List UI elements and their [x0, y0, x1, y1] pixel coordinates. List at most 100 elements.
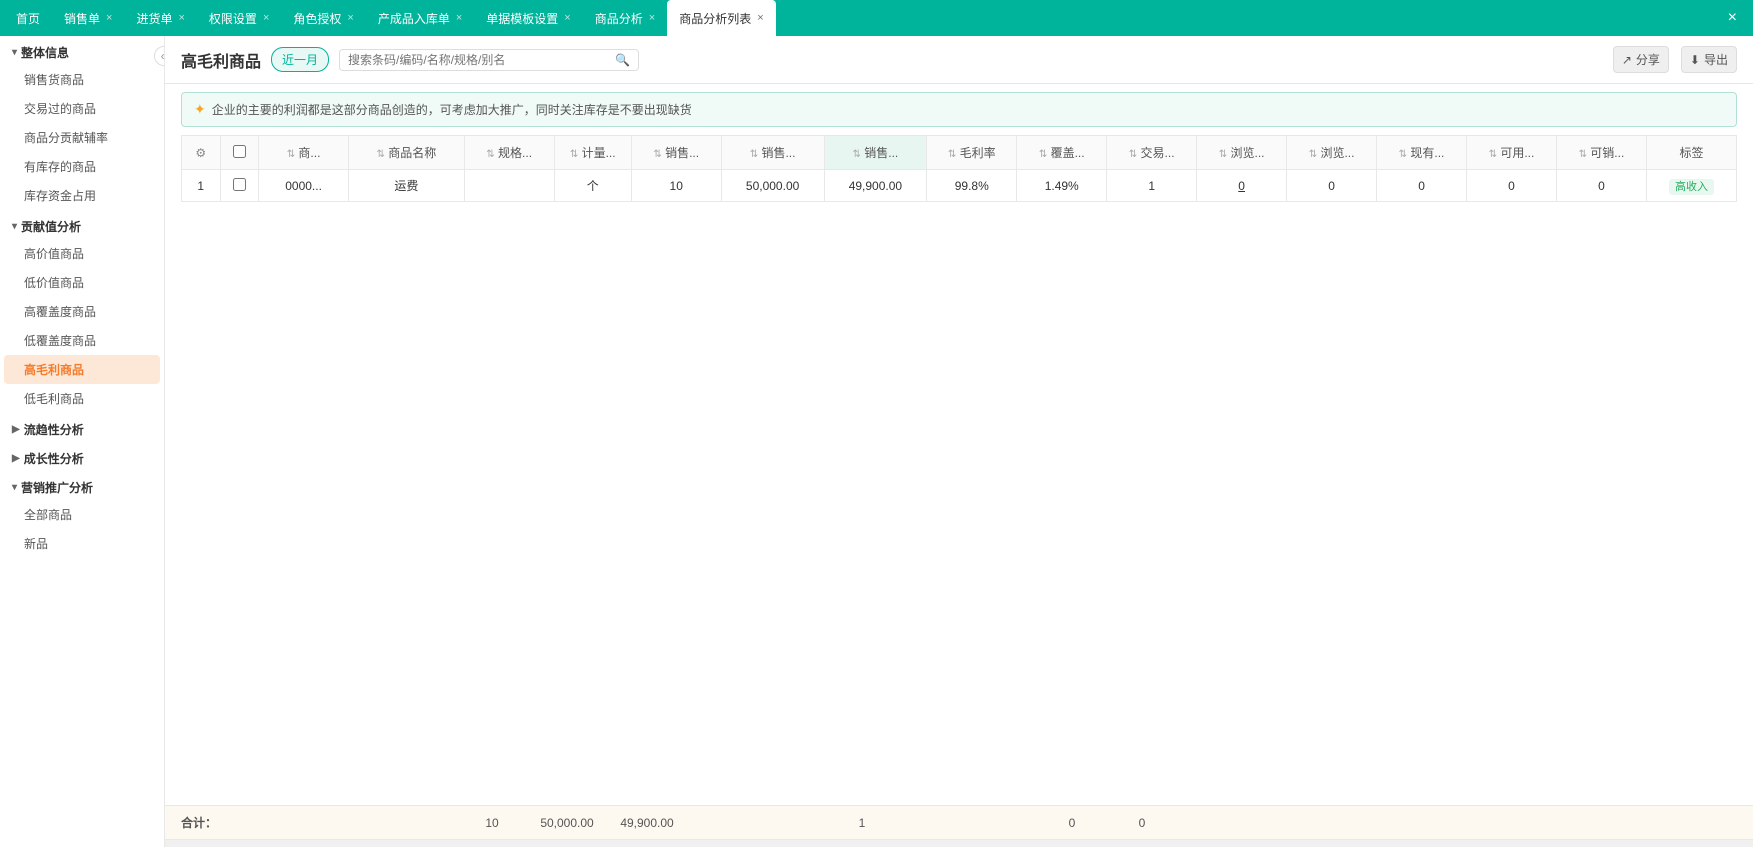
nav-tab-analysis-label: 商品分析 [595, 10, 643, 27]
nav-tab-purchase[interactable]: 进货单 × [124, 0, 196, 36]
row-gross-margin: 99.8% [927, 170, 1017, 202]
row-sales2: 50,000.00 [721, 170, 824, 202]
sidebar-item-low-value-goods[interactable]: 低价值商品 [0, 268, 164, 297]
content-header: 高毛利商品 近一月 🔍 ↗ 分享 ⬇ 导出 [165, 36, 1753, 84]
sidebar-group-contribution-analysis-label: 贡献值分析 [21, 218, 81, 235]
select-all-checkbox[interactable] [233, 145, 246, 158]
data-table: ⚙ ⇅ 商... ⇅ 商品名称 [181, 135, 1737, 202]
sidebar-group-growth-analysis[interactable]: ▶ 成长性分析 [0, 442, 164, 471]
horizontal-scrollbar[interactable] [165, 839, 1753, 847]
sidebar-group-overall-info[interactable]: ▾ 整体信息 [0, 36, 164, 65]
sort-indicator-sales1: ⇅ [653, 149, 661, 160]
sidebar-item-all-goods[interactable]: 全部商品 [0, 500, 164, 529]
sort-indicator-coverage: ⇅ [1039, 149, 1047, 160]
info-banner: ✦ 企业的主要的利润都是这部分商品创造的，可考虑加大推广，同时关注库存是不要出现… [181, 92, 1737, 127]
browse1-link[interactable]: 0 [1238, 179, 1245, 193]
sidebar-item-low-margin-goods[interactable]: 低毛利商品 [0, 384, 164, 413]
tag-badge: 高收入 [1669, 179, 1714, 195]
sidebar-item-traded-goods[interactable]: 交易过的商品 [0, 94, 164, 123]
table-container: ⚙ ⇅ 商... ⇅ 商品名称 [165, 135, 1753, 805]
sort-indicator-sales3: ⇅ [853, 149, 861, 160]
nav-tab-product-storage[interactable]: 产成品入库单 × [366, 0, 474, 36]
export-button[interactable]: ⬇ 导出 [1681, 46, 1737, 73]
col-spec[interactable]: ⇅ 规格... [464, 136, 554, 170]
nav-tab-sales-label: 销售单 [64, 10, 100, 27]
nav-tab-template-close[interactable]: × [564, 12, 570, 24]
nav-tab-template[interactable]: 单据模板设置 × [474, 0, 582, 36]
sidebar-item-goods-contribution[interactable]: 商品分贡献辅率 [0, 123, 164, 152]
chevron-down-icon-2: ▾ [12, 221, 17, 232]
nav-tab-role-close[interactable]: × [347, 12, 353, 24]
col-settings[interactable]: ⚙ [182, 136, 221, 170]
row-tag: 高收入 [1646, 170, 1736, 202]
page-title: 高毛利商品 [181, 48, 261, 72]
nav-tab-sales[interactable]: 销售单 × [52, 0, 124, 36]
sidebar-item-high-value-goods[interactable]: 高价值商品 [0, 239, 164, 268]
col-browse1[interactable]: ⇅ 浏览... [1197, 136, 1287, 170]
nav-tab-analysis-close[interactable]: × [649, 12, 655, 24]
nav-close-all-button[interactable]: × [1716, 9, 1749, 27]
sidebar-item-in-stock-goods[interactable]: 有库存的商品 [0, 152, 164, 181]
nav-tab-analysis-list-label: 商品分析列表 [679, 10, 751, 27]
col-stock2[interactable]: ⇅ 可用... [1467, 136, 1557, 170]
share-button[interactable]: ↗ 分享 [1613, 46, 1669, 73]
search-icon[interactable]: 🔍 [615, 53, 630, 67]
sidebar-group-marketing-analysis[interactable]: ▾ 营销推广分析 [0, 471, 164, 500]
sort-indicator-spec: ⇅ [486, 149, 494, 160]
col-gross-margin[interactable]: ⇅ 毛利率 [927, 136, 1017, 170]
filter-recent-month-button[interactable]: 近一月 [271, 47, 329, 72]
export-icon: ⬇ [1690, 53, 1700, 67]
row-checkbox-cell[interactable] [220, 170, 259, 202]
col-coverage[interactable]: ⇅ 覆盖... [1017, 136, 1107, 170]
sidebar-group-contribution-analysis[interactable]: ▾ 贡献值分析 [0, 210, 164, 239]
col-sales1[interactable]: ⇅ 销售... [631, 136, 721, 170]
col-unit[interactable]: ⇅ 计量... [554, 136, 631, 170]
row-code: 0000... [259, 170, 349, 202]
col-stock3[interactable]: ⇅ 可销... [1556, 136, 1646, 170]
sidebar-group-trend-analysis[interactable]: ▶ 流趋性分析 [0, 413, 164, 442]
sidebar-item-low-coverage-goods[interactable]: 低覆盖度商品 [0, 326, 164, 355]
chevron-right-icon-2: ▶ [12, 453, 20, 464]
col-code[interactable]: ⇅ 商... [259, 136, 349, 170]
sidebar-group-overall-info-label: 整体信息 [21, 44, 69, 61]
col-tag[interactable]: 标签 [1646, 136, 1736, 170]
footer-label: 合计： [181, 814, 217, 831]
footer-stock2: 0 [1107, 816, 1177, 830]
col-sales2[interactable]: ⇅ 销售... [721, 136, 824, 170]
nav-tab-permission[interactable]: 权限设置 × [197, 0, 281, 36]
nav-tab-sales-close[interactable]: × [106, 12, 112, 24]
row-name: 运费 [349, 170, 465, 202]
nav-tab-role[interactable]: 角色授权 × [281, 0, 365, 36]
header-actions: ↗ 分享 ⬇ 导出 [1613, 46, 1737, 73]
footer-stock1: 0 [1037, 816, 1107, 830]
sort-indicator-stock3: ⇅ [1579, 149, 1587, 160]
chevron-down-icon-3: ▾ [12, 482, 17, 493]
nav-tab-product-storage-close[interactable]: × [456, 12, 462, 24]
nav-tab-product-storage-label: 产成品入库单 [378, 10, 450, 27]
col-name[interactable]: ⇅ 商品名称 [349, 136, 465, 170]
nav-tab-analysis-list[interactable]: 商品分析列表 × [667, 0, 775, 36]
search-input[interactable] [348, 53, 611, 67]
sidebar-item-sales-goods[interactable]: 销售货商品 [0, 65, 164, 94]
col-sales3[interactable]: ⇅ 销售... [824, 136, 927, 170]
sidebar-item-high-margin-goods[interactable]: 高毛利商品 [4, 355, 160, 384]
col-checkbox[interactable] [220, 136, 259, 170]
nav-tab-analysis-list-close[interactable]: × [757, 12, 763, 24]
col-stock1[interactable]: ⇅ 现有... [1377, 136, 1467, 170]
col-transaction[interactable]: ⇅ 交易... [1107, 136, 1197, 170]
sidebar-item-stock-capital[interactable]: 库存资金占用 [0, 181, 164, 210]
top-nav: 首页 销售单 × 进货单 × 权限设置 × 角色授权 × 产成品入库单 × 单据… [0, 0, 1753, 36]
sidebar-group-growth-analysis-label: 成长性分析 [24, 450, 84, 467]
nav-tab-purchase-close[interactable]: × [178, 12, 184, 24]
nav-tab-analysis[interactable]: 商品分析 × [583, 0, 667, 36]
sidebar-item-new-goods[interactable]: 新品 [0, 529, 164, 558]
nav-tab-permission-close[interactable]: × [263, 12, 269, 24]
row-stock2: 0 [1467, 170, 1557, 202]
col-browse2[interactable]: ⇅ 浏览... [1287, 136, 1377, 170]
sidebar-item-high-coverage-goods[interactable]: 高覆盖度商品 [0, 297, 164, 326]
nav-tab-home[interactable]: 首页 [4, 0, 52, 36]
row-browse1[interactable]: 0 [1197, 170, 1287, 202]
sidebar-group-marketing-analysis-label: 营销推广分析 [21, 479, 93, 496]
content-area: 高毛利商品 近一月 🔍 ↗ 分享 ⬇ 导出 [165, 36, 1753, 847]
row-checkbox[interactable] [233, 178, 246, 191]
